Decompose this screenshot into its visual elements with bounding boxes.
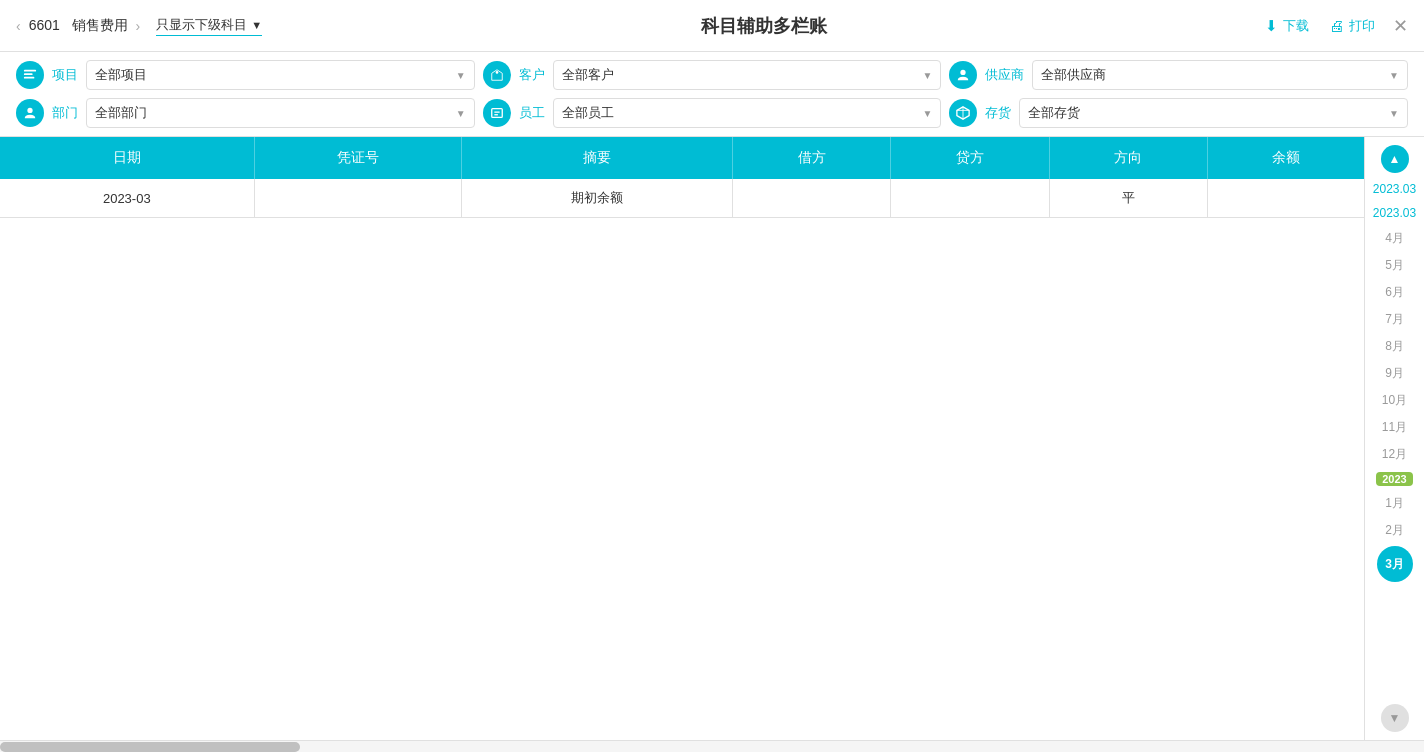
filter-inventory: 存货 全部存货 ▼ — [949, 98, 1408, 128]
sidebar-month-4[interactable]: 4月 — [1365, 225, 1424, 252]
filter-employee: 员工 全部员工 ▼ — [483, 98, 942, 128]
download-icon: ⬇ — [1265, 17, 1278, 35]
col-balance: 余额 — [1207, 137, 1364, 179]
sidebar-month-7[interactable]: 7月 — [1365, 306, 1424, 333]
svg-rect-0 — [24, 70, 36, 72]
svg-rect-2 — [24, 77, 35, 79]
filter-project: 项目 全部项目 ▼ — [16, 60, 475, 90]
filter-dept: 部门 全部部门 ▼ — [16, 98, 475, 128]
top-bar: ‹ 6601 销售费用 › 只显示下级科目 ▼ 科目辅助多栏账 ⬇ 下载 🖨 打… — [0, 0, 1424, 52]
inventory-select-arrow: ▼ — [1389, 108, 1399, 119]
sidebar-month-2023-03-end[interactable]: 2023.03 — [1365, 201, 1424, 225]
cell-summary: 期初余额 — [462, 179, 733, 218]
employee-select[interactable]: 全部员工 ▼ — [553, 98, 942, 128]
toolbar-right: ⬇ 下载 🖨 打印 — [1265, 17, 1375, 35]
sidebar-month-12[interactable]: 12月 — [1365, 441, 1424, 468]
page-title: 科目辅助多栏账 — [270, 14, 1257, 38]
cell-voucher — [254, 179, 462, 218]
col-debit: 借方 — [733, 137, 891, 179]
next-account-arrow[interactable]: › — [136, 18, 141, 34]
table-area[interactable]: 日期 凭证号 摘要 借方 贷方 方向 余额 2023-03 期初余额 — [0, 137, 1364, 740]
inventory-label: 存货 — [985, 104, 1011, 122]
sidebar-month-5[interactable]: 5月 — [1365, 252, 1424, 279]
employee-label: 员工 — [519, 104, 545, 122]
svg-rect-6 — [491, 109, 502, 118]
bottom-scrollbar[interactable] — [0, 740, 1424, 752]
col-date: 日期 — [0, 137, 254, 179]
supplier-icon — [949, 61, 977, 89]
download-button[interactable]: ⬇ 下载 — [1265, 17, 1309, 35]
sidebar-month-9[interactable]: 9月 — [1365, 360, 1424, 387]
customer-icon — [483, 61, 511, 89]
col-direction: 方向 — [1049, 137, 1207, 179]
sidebar-month-11[interactable]: 11月 — [1365, 414, 1424, 441]
supplier-select[interactable]: 全部供应商 ▼ — [1032, 60, 1408, 90]
scroll-thumb[interactable] — [0, 742, 300, 752]
customer-select[interactable]: 全部客户 ▼ — [553, 60, 942, 90]
close-button[interactable]: ✕ — [1393, 15, 1408, 37]
project-select[interactable]: 全部项目 ▼ — [86, 60, 475, 90]
dept-select-arrow: ▼ — [456, 108, 466, 119]
svg-point-4 — [961, 70, 966, 75]
cell-date: 2023-03 — [0, 179, 254, 218]
cell-debit — [733, 179, 891, 218]
content-area: 日期 凭证号 摘要 借方 贷方 方向 余额 2023-03 期初余额 — [0, 137, 1424, 740]
customer-label: 客户 — [519, 66, 545, 84]
show-sub-button[interactable]: 只显示下级科目 ▼ — [156, 16, 262, 36]
filter-customer: 客户 全部客户 ▼ — [483, 60, 942, 90]
print-icon: 🖨 — [1329, 17, 1344, 34]
dept-icon — [16, 99, 44, 127]
cell-balance — [1207, 179, 1364, 218]
filter-supplier: 供应商 全部供应商 ▼ — [949, 60, 1408, 90]
table-row[interactable]: 2023-03 期初余额 平 — [0, 179, 1364, 218]
right-sidebar: ▲ 2023.03 2023.03 4月 5月 6月 7月 8月 9月 10月 … — [1364, 137, 1424, 740]
scroll-track — [0, 741, 1424, 752]
sidebar-months: 2023.03 2023.03 4月 5月 6月 7月 8月 9月 10月 11… — [1365, 177, 1424, 700]
account-code: 6601 销售费用 — [29, 17, 128, 35]
inventory-icon — [949, 99, 977, 127]
col-summary: 摘要 — [462, 137, 733, 179]
cell-direction: 平 — [1049, 179, 1207, 218]
svg-point-5 — [27, 108, 32, 113]
svg-point-3 — [495, 71, 498, 74]
table-header-row: 日期 凭证号 摘要 借方 贷方 方向 余额 — [0, 137, 1364, 179]
sidebar-month-6[interactable]: 6月 — [1365, 279, 1424, 306]
project-label: 项目 — [52, 66, 78, 84]
data-table: 日期 凭证号 摘要 借方 贷方 方向 余额 2023-03 期初余额 — [0, 137, 1364, 218]
filter-area: 项目 全部项目 ▼ 客户 全部客户 ▼ — [0, 52, 1424, 137]
svg-rect-1 — [24, 73, 33, 75]
dept-select[interactable]: 全部部门 ▼ — [86, 98, 475, 128]
sidebar-month-8[interactable]: 8月 — [1365, 333, 1424, 360]
employee-icon — [483, 99, 511, 127]
supplier-select-arrow: ▼ — [1389, 70, 1399, 81]
show-sub-dropdown-icon: ▼ — [251, 19, 262, 31]
prev-account-arrow[interactable]: ‹ — [16, 18, 21, 34]
sidebar-month-1[interactable]: 1月 — [1365, 490, 1424, 517]
col-credit: 贷方 — [891, 137, 1049, 179]
sidebar-month-2[interactable]: 2月 — [1365, 517, 1424, 544]
col-voucher: 凭证号 — [254, 137, 462, 179]
sidebar-up-arrow[interactable]: ▲ — [1381, 145, 1409, 173]
project-select-arrow: ▼ — [456, 70, 466, 81]
inventory-select[interactable]: 全部存货 ▼ — [1019, 98, 1408, 128]
employee-select-arrow: ▼ — [922, 108, 932, 119]
print-button[interactable]: 🖨 打印 — [1329, 17, 1375, 35]
sidebar-month-3-active[interactable]: 3月 — [1377, 546, 1413, 582]
customer-select-arrow: ▼ — [922, 70, 932, 81]
cell-credit — [891, 179, 1049, 218]
supplier-label: 供应商 — [985, 66, 1024, 84]
main-window: ‹ 6601 销售费用 › 只显示下级科目 ▼ 科目辅助多栏账 ⬇ 下载 🖨 打… — [0, 0, 1424, 752]
sidebar-month-2023-03-start[interactable]: 2023.03 — [1365, 177, 1424, 201]
project-icon — [16, 61, 44, 89]
sidebar-month-10[interactable]: 10月 — [1365, 387, 1424, 414]
sidebar-down-arrow[interactable]: ▼ — [1381, 704, 1409, 732]
dept-label: 部门 — [52, 104, 78, 122]
year-badge-2023: 2023 — [1376, 472, 1412, 486]
